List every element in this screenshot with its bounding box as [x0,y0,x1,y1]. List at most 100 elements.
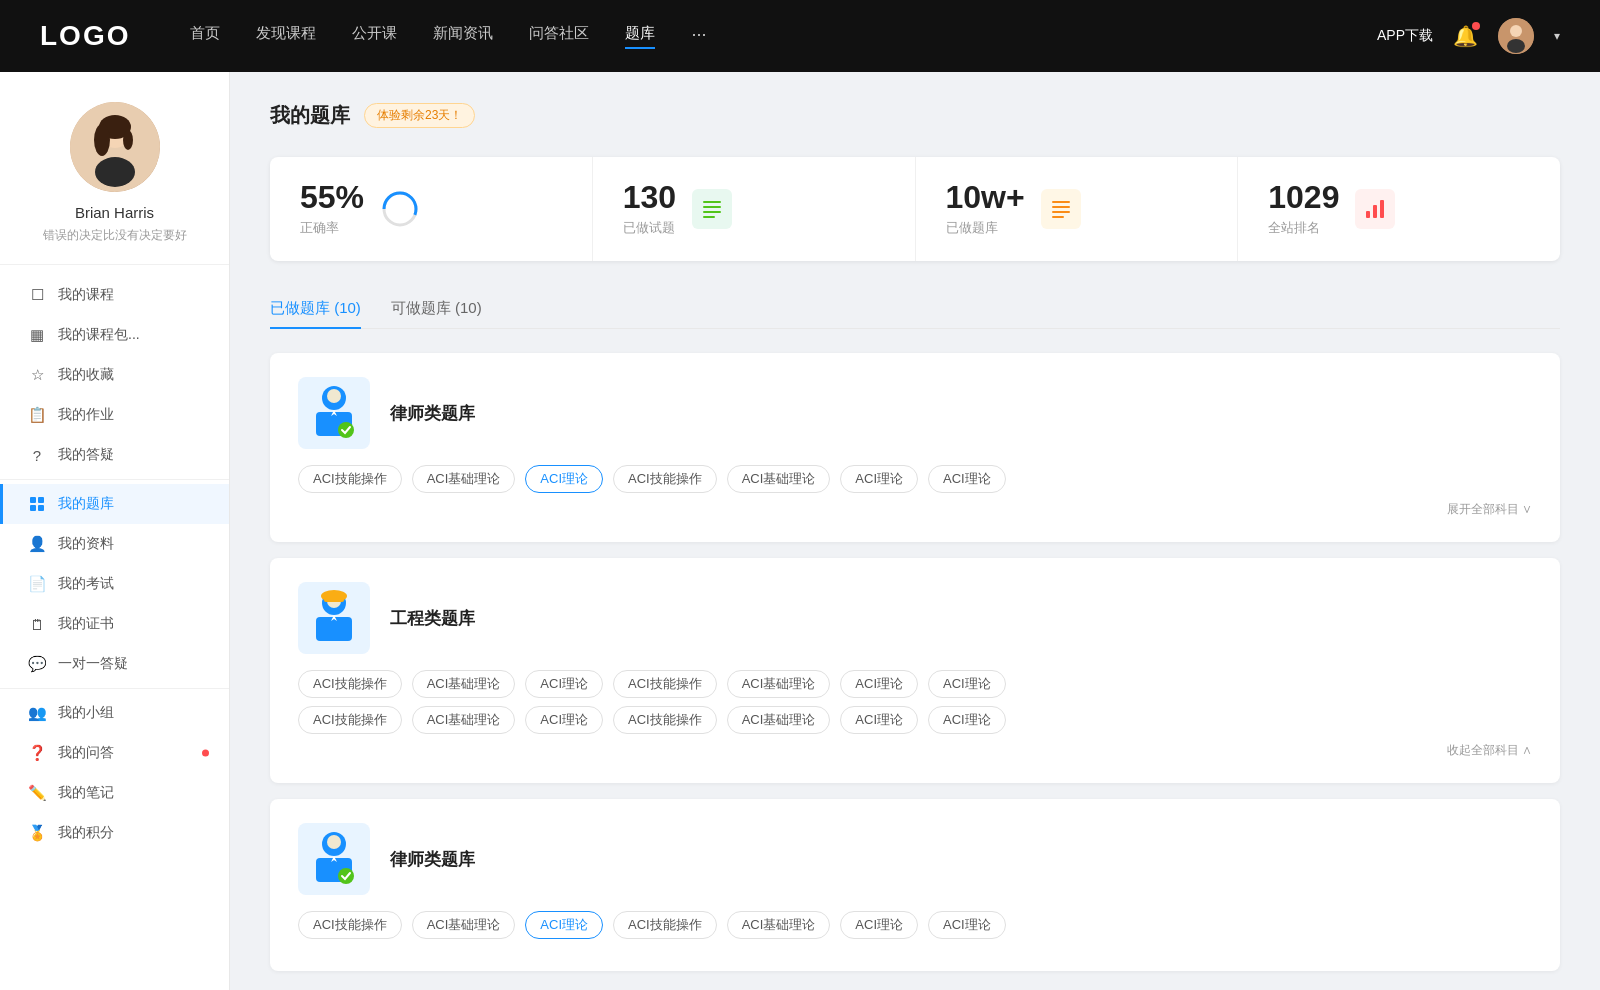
sidebar-item-course[interactable]: ☐ 我的课程 [0,275,229,315]
svg-rect-9 [30,497,36,503]
app-download-btn[interactable]: APP下载 [1377,27,1433,45]
tag-eng1-4[interactable]: ACI基础理论 [727,670,831,698]
tag-eng1-1[interactable]: ACI基础理论 [412,670,516,698]
tag-lawyer1-6[interactable]: ACI理论 [928,465,1006,493]
sidebar-label-course-pkg: 我的课程包... [58,326,140,344]
bar-chart-icon [1355,189,1395,229]
sidebar-item-profile[interactable]: 👤 我的资料 [0,524,229,564]
tag-eng1-0[interactable]: ACI技能操作 [298,670,402,698]
qbank-title-lawyer1: 律师类题库 [390,402,475,425]
qbank-tags-lawyer1: ACI技能操作 ACI基础理论 ACI理论 ACI技能操作 ACI基础理论 AC… [298,465,1532,493]
tag-eng1-5[interactable]: ACI理论 [840,670,918,698]
stat-done-label: 已做试题 [623,219,676,237]
qbank-icon [28,495,46,513]
sidebar-item-tutor[interactable]: 💬 一对一答疑 [0,644,229,684]
collapse-eng[interactable]: 收起全部科目 ∧ [298,742,1532,759]
sidebar-item-qa[interactable]: ? 我的答疑 [0,435,229,475]
tag-eng2-1[interactable]: ACI基础理论 [412,706,516,734]
expand-lawyer1[interactable]: 展开全部科目 ∨ [298,501,1532,518]
sidebar-label-tutor: 一对一答疑 [58,655,128,673]
tag-lawyer1-5[interactable]: ACI理论 [840,465,918,493]
svg-point-39 [327,835,341,849]
avatar[interactable] [1498,18,1534,54]
tab-done[interactable]: 已做题库 (10) [270,289,361,328]
cert-icon: 🗒 [28,615,46,633]
sidebar-item-exam[interactable]: 📄 我的考试 [0,564,229,604]
svg-rect-10 [38,497,44,503]
questions-icon: ❓ [28,744,46,762]
navbar-right: APP下载 🔔 ▾ [1377,18,1560,54]
tag-lawyer1-1[interactable]: ACI基础理论 [412,465,516,493]
tag-lawyer1-4[interactable]: ACI基础理论 [727,465,831,493]
sidebar-item-questions[interactable]: ❓ 我的问答 [0,733,229,773]
stat-rank-label: 全站排名 [1268,219,1339,237]
sidebar-item-course-pkg[interactable]: ▦ 我的课程包... [0,315,229,355]
tag-eng1-6[interactable]: ACI理论 [928,670,1006,698]
nav-discover[interactable]: 发现课程 [256,24,316,49]
stat-done-number: 130 [623,181,676,213]
nav-qa[interactable]: 问答社区 [529,24,589,49]
qbank-title-eng: 工程类题库 [390,607,475,630]
svg-rect-26 [1380,200,1384,218]
stat-banks-number: 10w+ [946,181,1025,213]
stats-row: 55% 正确率 130 已做试题 [270,157,1560,261]
accuracy-chart-icon [380,189,420,229]
page-title: 我的题库 [270,102,350,129]
svg-rect-11 [30,505,36,511]
stat-rank-info: 1029 全站排名 [1268,181,1339,237]
tag-eng1-2[interactable]: ACI理论 [525,670,603,698]
tag-eng2-0[interactable]: ACI技能操作 [298,706,402,734]
sidebar-item-homework[interactable]: 📋 我的作业 [0,395,229,435]
svg-rect-20 [1052,201,1070,203]
tag-eng2-6[interactable]: ACI理论 [928,706,1006,734]
tag-lawyer2-5[interactable]: ACI理论 [840,911,918,939]
tab-available[interactable]: 可做题库 (10) [391,289,482,328]
logo: LOGO [40,20,130,52]
nav-news[interactable]: 新闻资讯 [433,24,493,49]
qbank-tags-lawyer2: ACI技能操作 ACI基础理论 ACI理论 ACI技能操作 ACI基础理论 AC… [298,911,1532,939]
sidebar-item-group[interactable]: 👥 我的小组 [0,693,229,733]
sidebar-label-notes: 我的笔记 [58,784,114,802]
tag-lawyer2-2[interactable]: ACI理论 [525,911,603,939]
notification-bell[interactable]: 🔔 [1453,24,1478,48]
tag-lawyer1-2[interactable]: ACI理论 [525,465,603,493]
sidebar-item-cert[interactable]: 🗒 我的证书 [0,604,229,644]
svg-point-2 [1507,39,1525,53]
tag-lawyer2-6[interactable]: ACI理论 [928,911,1006,939]
tag-eng2-5[interactable]: ACI理论 [840,706,918,734]
svg-rect-17 [703,206,721,208]
nav-qbank[interactable]: 题库 [625,24,655,49]
tag-lawyer1-0[interactable]: ACI技能操作 [298,465,402,493]
course-icon: ☐ [28,286,46,304]
sidebar-item-qbank[interactable]: 我的题库 [0,484,229,524]
svg-point-8 [123,130,133,150]
tag-eng2-2[interactable]: ACI理论 [525,706,603,734]
user-menu-chevron[interactable]: ▾ [1554,29,1560,43]
tag-eng2-3[interactable]: ACI技能操作 [613,706,717,734]
tag-lawyer2-0[interactable]: ACI技能操作 [298,911,402,939]
qbank-card-lawyer2: 律师类题库 ACI技能操作 ACI基础理论 ACI理论 ACI技能操作 ACI基… [270,799,1560,971]
tag-lawyer2-4[interactable]: ACI基础理论 [727,911,831,939]
nav-home[interactable]: 首页 [190,24,220,49]
sidebar-item-notes[interactable]: ✏️ 我的笔记 [0,773,229,813]
main-content: 我的题库 体验剩余23天！ 55% 正确率 [230,72,1600,990]
sidebar-item-favorites[interactable]: ☆ 我的收藏 [0,355,229,395]
sidebar-item-points[interactable]: 🏅 我的积分 [0,813,229,853]
sidebar: Brian Harris 错误的决定比没有决定要好 ☐ 我的课程 ▦ 我的课程包… [0,72,230,990]
nav-open-course[interactable]: 公开课 [352,24,397,49]
qbank-icon-lawyer1 [298,377,370,449]
page-header: 我的题库 体验剩余23天！ [270,102,1560,129]
tag-lawyer2-3[interactable]: ACI技能操作 [613,911,717,939]
tag-lawyer1-3[interactable]: ACI技能操作 [613,465,717,493]
sidebar-label-exam: 我的考试 [58,575,114,593]
tag-eng1-3[interactable]: ACI技能操作 [613,670,717,698]
tag-lawyer2-1[interactable]: ACI基础理论 [412,911,516,939]
qbank-title-lawyer2: 律师类题库 [390,848,475,871]
nav-more[interactable]: ··· [691,24,706,49]
avatar-image [1498,18,1534,54]
sidebar-label-profile: 我的资料 [58,535,114,553]
svg-point-41 [338,868,354,884]
tag-eng2-4[interactable]: ACI基础理论 [727,706,831,734]
svg-rect-21 [1052,206,1070,208]
svg-rect-24 [1366,211,1370,218]
